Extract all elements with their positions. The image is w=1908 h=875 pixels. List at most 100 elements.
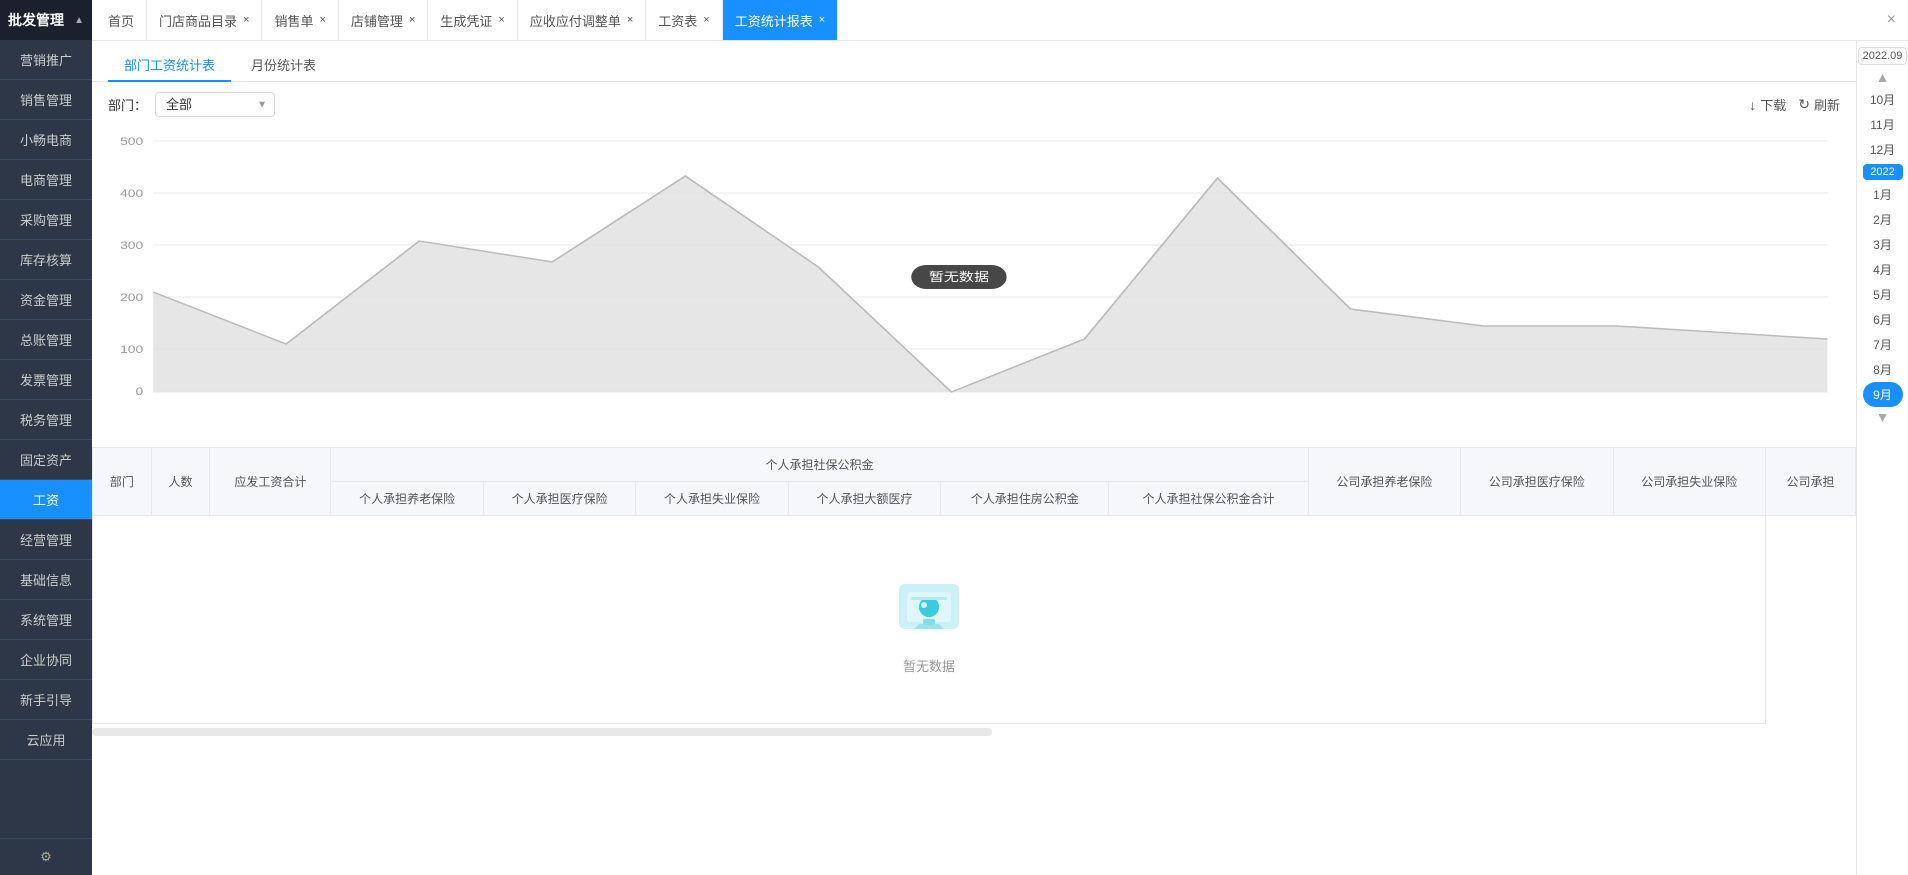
tab-close-icon[interactable]: ×: [819, 14, 825, 26]
empty-state: 暂无数据: [103, 524, 1755, 715]
sidebar-item-基础信息[interactable]: 基础信息: [0, 560, 92, 600]
sub-tab-部门工资统计表[interactable]: 部门工资统计表: [108, 49, 231, 82]
sub-tabs: 部门工资统计表月份统计表: [92, 41, 1856, 82]
col-group-individual: 个人承担社保公积金: [331, 448, 1308, 482]
svg-text:500: 500: [120, 135, 143, 147]
sidebar-item-云应用[interactable]: 云应用: [0, 720, 92, 760]
tab-首页[interactable]: 首页: [96, 0, 147, 40]
empty-row: 暂无数据: [93, 516, 1766, 724]
col-dept: 部门: [93, 448, 152, 516]
sidebar-item-营销推广[interactable]: 营销推广: [0, 40, 92, 80]
sidebar-item-销售管理[interactable]: 销售管理: [0, 80, 92, 120]
cal-entry-2月[interactable]: 2月: [1863, 207, 1903, 232]
main-area: 首页门店商品目录×销售单×店铺管理×生成凭证×应收应付调整单×工资表×工资统计报…: [92, 0, 1908, 875]
tab-close-icon[interactable]: ×: [498, 14, 504, 26]
col-ind-pension: 个人承担养老保险: [331, 482, 483, 516]
col-company-pension: 公司承担养老保险: [1308, 448, 1460, 516]
tab-bar: 首页门店商品目录×销售单×店铺管理×生成凭证×应收应付调整单×工资表×工资统计报…: [92, 0, 1908, 41]
sidebar-item-新手引导[interactable]: 新手引导: [0, 680, 92, 720]
empty-text: 暂无数据: [903, 656, 955, 675]
tab-close-icon[interactable]: ×: [703, 14, 709, 26]
content-area: 部门工资统计表月份统计表 部门： 全部销售部财务部采购部 ↓ 下载 ↻: [92, 41, 1908, 875]
download-button[interactable]: ↓ 下载: [1749, 95, 1786, 114]
sidebar-item-企业协同[interactable]: 企业协同: [0, 640, 92, 680]
dept-label: 部门：: [108, 95, 147, 114]
tab-应收应付调整单[interactable]: 应收应付调整单×: [518, 0, 646, 40]
cal-entry-7月[interactable]: 7月: [1863, 332, 1903, 357]
sidebar-item-税务管理[interactable]: 税务管理: [0, 400, 92, 440]
cal-entry-5月[interactable]: 5月: [1863, 282, 1903, 307]
cal-entry-8月[interactable]: 8月: [1863, 357, 1903, 382]
cal-entry-12月[interactable]: 12月: [1863, 137, 1903, 162]
sidebar-collapse-icon[interactable]: ▲: [74, 15, 84, 26]
sub-tab-月份统计表[interactable]: 月份统计表: [235, 49, 332, 82]
tab-生成凭证[interactable]: 生成凭证×: [428, 0, 517, 40]
sidebar-item-总账管理[interactable]: 总账管理: [0, 320, 92, 360]
download-icon: ↓: [1749, 97, 1756, 113]
table-area: 部门 人数 应发工资合计 个人承担社保公积金 公司承担养老保险 公司承担医疗保险…: [92, 447, 1856, 875]
tab-close-icon[interactable]: ×: [627, 14, 633, 26]
svg-text:暂无数据: 暂无数据: [929, 270, 990, 283]
page-content: 部门工资统计表月份统计表 部门： 全部销售部财务部采购部 ↓ 下载 ↻: [92, 41, 1856, 875]
toolbar: 部门： 全部销售部财务部采购部 ↓ 下载 ↻ 刷新: [92, 82, 1856, 127]
col-ind-unemployment: 个人承担失业保险: [636, 482, 788, 516]
col-count: 人数: [151, 448, 210, 516]
toolbar-left: 部门： 全部销售部财务部采购部: [108, 92, 275, 117]
calendar-panel: 2022.09 ▲ 10月11月12月 2022 1月2月3月4月5月6月7月8月9…: [1856, 41, 1908, 875]
col-ind-total: 个人承担社保公积金合计: [1109, 482, 1308, 516]
dept-select[interactable]: 全部销售部财务部采购部: [155, 92, 275, 117]
chart-svg: 500 400 300 200 100 0: [108, 127, 1840, 407]
tab-销售单[interactable]: 销售单×: [262, 0, 338, 40]
sidebar-footer-settings[interactable]: ⚙: [0, 838, 92, 875]
sidebar-item-采购管理[interactable]: 采购管理: [0, 200, 92, 240]
toolbar-right: ↓ 下载 ↻ 刷新: [1749, 95, 1840, 114]
sidebar-item-经营管理[interactable]: 经营管理: [0, 520, 92, 560]
cal-entry-1月[interactable]: 1月: [1863, 182, 1903, 207]
sidebar-item-电商管理[interactable]: 电商管理: [0, 160, 92, 200]
sidebar: 批发管理 ▲ 营销推广销售管理小畅电商电商管理采购管理库存核算资金管理总账管理发…: [0, 0, 92, 875]
tab-close-icon[interactable]: ×: [409, 14, 415, 26]
cal-entry-10月[interactable]: 10月: [1863, 87, 1903, 112]
sidebar-item-库存核算[interactable]: 库存核算: [0, 240, 92, 280]
cal-nav-down[interactable]: ▼: [1874, 407, 1892, 427]
tab-close-icon[interactable]: ×: [319, 14, 325, 26]
tab-close-icon[interactable]: ×: [243, 14, 249, 26]
data-table: 部门 人数 应发工资合计 个人承担社保公积金 公司承担养老保险 公司承担医疗保险…: [92, 447, 1856, 724]
tab-店铺管理[interactable]: 店铺管理×: [339, 0, 428, 40]
close-all-button[interactable]: ×: [1887, 11, 1896, 29]
cal-entry-2022[interactable]: 2022: [1863, 164, 1903, 180]
sidebar-item-资金管理[interactable]: 资金管理: [0, 280, 92, 320]
refresh-icon: ↻: [1798, 96, 1810, 113]
cal-entry-11月[interactable]: 11月: [1863, 112, 1903, 137]
svg-text:200: 200: [120, 291, 143, 303]
svg-text:100: 100: [120, 343, 143, 355]
cal-entry-6月[interactable]: 6月: [1863, 307, 1903, 332]
tab-门店商品目录[interactable]: 门店商品目录×: [147, 0, 262, 40]
col-salary: 应发工资合计: [210, 448, 331, 516]
sidebar-item-固定资产[interactable]: 固定资产: [0, 440, 92, 480]
svg-text:300: 300: [120, 239, 143, 251]
refresh-button[interactable]: ↻ 刷新: [1798, 95, 1840, 114]
cal-nav-up[interactable]: ▲: [1874, 67, 1892, 87]
gear-icon: ⚙: [40, 849, 52, 864]
svg-text:0: 0: [135, 385, 143, 397]
col-company-unemployment: 公司承担失业保险: [1613, 448, 1765, 516]
cal-entry-9月[interactable]: 9月: [1863, 382, 1903, 407]
sidebar-item-系统管理[interactable]: 系统管理: [0, 600, 92, 640]
cal-year-badge[interactable]: 2022.09: [1858, 47, 1908, 65]
sidebar-item-发票管理[interactable]: 发票管理: [0, 360, 92, 400]
sidebar-item-小畅电商[interactable]: 小畅电商: [0, 120, 92, 160]
tab-工资表[interactable]: 工资表×: [646, 0, 722, 40]
chart-area: 500 400 300 200 100 0: [92, 127, 1856, 447]
cal-entry-4月[interactable]: 4月: [1863, 257, 1903, 282]
tab-工资统计报表[interactable]: 工资统计报表×: [723, 0, 838, 40]
sidebar-item-工资[interactable]: 工资: [0, 480, 92, 520]
col-ind-medical: 个人承担医疗保险: [483, 482, 635, 516]
col-company-other: 公司承担: [1765, 448, 1855, 516]
sidebar-header[interactable]: 批发管理 ▲: [0, 0, 92, 40]
dept-select-wrapper: 全部销售部财务部采购部: [155, 92, 275, 117]
refresh-label: 刷新: [1814, 95, 1840, 114]
cal-entry-3月[interactable]: 3月: [1863, 232, 1903, 257]
download-label: 下载: [1760, 95, 1786, 114]
col-ind-major-medical: 个人承担大额医疗: [788, 482, 940, 516]
